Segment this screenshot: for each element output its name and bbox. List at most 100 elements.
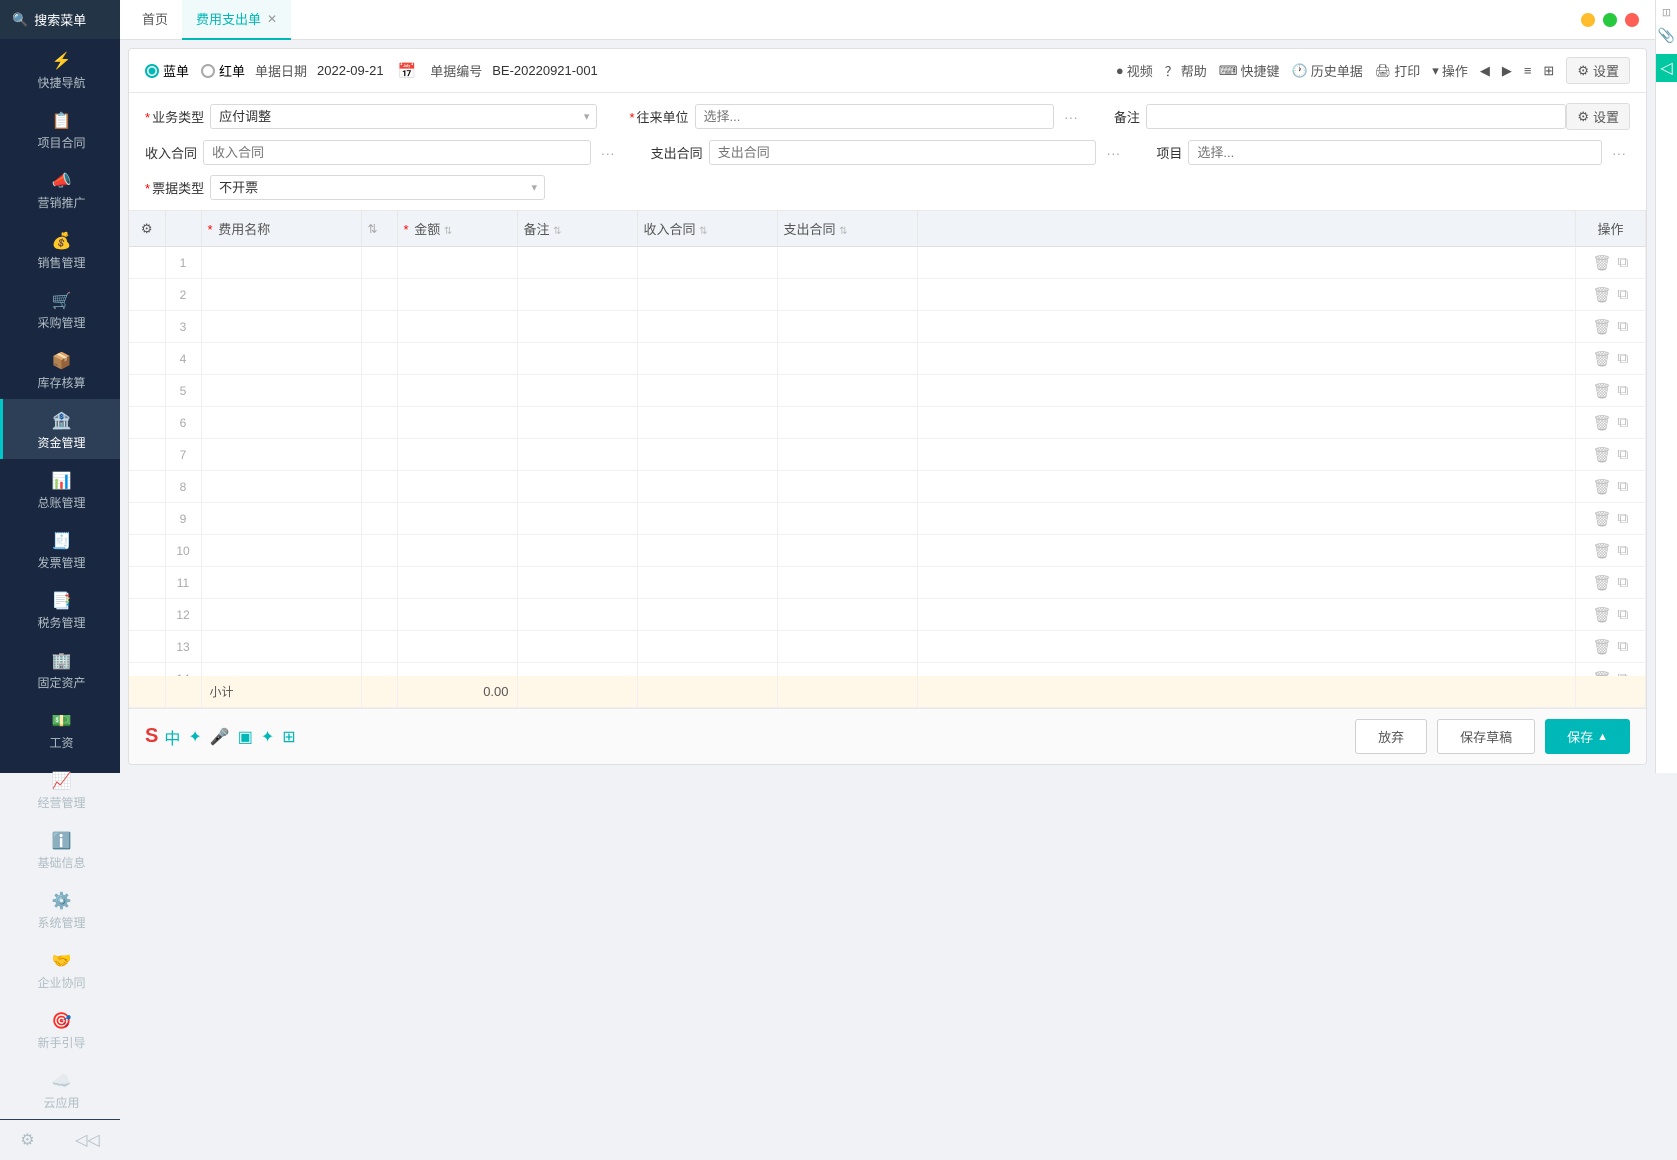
delete-btn-11[interactable]: 🗑 [1593, 574, 1612, 592]
cell-expense-out-6[interactable] [777, 407, 917, 439]
cell-income-14[interactable] [637, 663, 777, 676]
cell-amount-1[interactable] [397, 247, 517, 279]
cell-remark-1[interactable] [517, 247, 637, 279]
cell-expense-out-14[interactable] [777, 663, 917, 676]
delete-btn-3[interactable]: 🗑 [1593, 318, 1612, 336]
cell-expense-out-4[interactable] [777, 343, 917, 375]
cell-amount-5[interactable] [397, 375, 517, 407]
cell-remark-6[interactable] [517, 407, 637, 439]
cell-income-10[interactable] [637, 535, 777, 567]
right-settings-btn[interactable]: ⚙ 设置 [1566, 103, 1630, 130]
delete-btn-5[interactable]: 🗑 [1593, 382, 1612, 400]
cell-expense-out-12[interactable] [777, 599, 917, 631]
cell-remark-14[interactable] [517, 663, 637, 676]
sidebar-item-purchase[interactable]: 🛒 采购管理 [0, 279, 120, 339]
cell-expense-out-11[interactable] [777, 567, 917, 599]
cell-remark-3[interactable] [517, 311, 637, 343]
cell-expense-out-10[interactable] [777, 535, 917, 567]
cell-income-7[interactable] [637, 439, 777, 471]
expense-sort-icon[interactable]: ⇅ [839, 226, 847, 237]
sidebar-item-tax[interactable]: 📑 税务管理 [0, 579, 120, 639]
save-draft-button[interactable]: 保存草稿 [1437, 719, 1535, 754]
cell-expense-out-3[interactable] [777, 311, 917, 343]
help-btn[interactable]: ？ 帮助 [1165, 61, 1207, 80]
settings-btn[interactable]: ⚙ 设置 [1566, 57, 1630, 84]
delete-btn-2[interactable]: 🗑 [1593, 286, 1612, 304]
right-icon-2[interactable]: 📎 [1658, 27, 1675, 44]
cell-expense-out-1[interactable] [777, 247, 917, 279]
delete-btn-10[interactable]: 🗑 [1593, 542, 1612, 560]
income-contract-dots[interactable]: ··· [597, 145, 619, 161]
sidebar-item-cloud-apps[interactable]: ☁️ 云应用 [0, 1059, 120, 1119]
copy-btn-9[interactable]: ⧉ [1618, 510, 1629, 528]
blue-bill-radio[interactable]: 蓝单 [145, 61, 189, 80]
cell-remark-8[interactable] [517, 471, 637, 503]
cell-remark-7[interactable] [517, 439, 637, 471]
red-bill-radio[interactable]: 红单 [201, 61, 245, 80]
remark-sort-icon[interactable]: ⇅ [553, 226, 561, 237]
cell-amount-13[interactable] [397, 631, 517, 663]
delete-btn-13[interactable]: 🗑 [1593, 638, 1612, 656]
next-btn[interactable]: ▶ [1502, 63, 1512, 79]
sidebar-item-marketing[interactable]: 📣 营销推广 [0, 159, 120, 219]
sidebar-item-invoice[interactable]: 🧾 发票管理 [0, 519, 120, 579]
income-contract-input[interactable] [203, 140, 591, 165]
cell-expense-1[interactable] [201, 247, 361, 279]
cell-income-4[interactable] [637, 343, 777, 375]
discard-button[interactable]: 放弃 [1355, 719, 1427, 754]
copy-btn-11[interactable]: ⧉ [1618, 574, 1629, 592]
operation-btn[interactable]: ▾ 操作 [1432, 61, 1468, 80]
delete-btn-7[interactable]: 🗑 [1593, 446, 1612, 464]
cell-expense-out-5[interactable] [777, 375, 917, 407]
copy-btn-7[interactable]: ⧉ [1618, 446, 1629, 464]
tab-home[interactable]: 首页 [128, 0, 182, 40]
delete-btn-1[interactable]: 🗑 [1593, 254, 1612, 272]
cell-expense-12[interactable] [201, 599, 361, 631]
window-close[interactable] [1625, 13, 1639, 27]
window-minimize[interactable] [1581, 13, 1595, 27]
remark-input[interactable] [1146, 104, 1566, 129]
cell-expense-4[interactable] [201, 343, 361, 375]
sidebar-item-payroll[interactable]: 💵 工资 [0, 699, 120, 759]
cell-amount-14[interactable] [397, 663, 517, 676]
cell-expense-out-7[interactable] [777, 439, 917, 471]
window-maximize[interactable] [1603, 13, 1617, 27]
cell-income-5[interactable] [637, 375, 777, 407]
cell-income-1[interactable] [637, 247, 777, 279]
cell-expense-13[interactable] [201, 631, 361, 663]
delete-btn-9[interactable]: 🗑 [1593, 510, 1612, 528]
cell-expense-9[interactable] [201, 503, 361, 535]
cell-amount-9[interactable] [397, 503, 517, 535]
grid-view-btn[interactable]: ⊞ [1543, 63, 1554, 79]
cell-income-13[interactable] [637, 631, 777, 663]
expense-contract-dots[interactable]: ··· [1102, 145, 1124, 161]
project-dots[interactable]: ··· [1608, 145, 1630, 161]
settings-bottom-icon[interactable]: ⚙ [20, 1130, 34, 1150]
cell-expense-out-8[interactable] [777, 471, 917, 503]
calendar-icon[interactable]: 📅 [398, 62, 417, 80]
cell-remark-13[interactable] [517, 631, 637, 663]
tab-expense[interactable]: 费用支出单 ✕ [182, 0, 291, 40]
print-btn[interactable]: 🖨 打印 [1375, 61, 1421, 80]
delete-btn-4[interactable]: 🗑 [1593, 350, 1612, 368]
cell-expense-3[interactable] [201, 311, 361, 343]
cell-amount-6[interactable] [397, 407, 517, 439]
cell-amount-3[interactable] [397, 311, 517, 343]
expense-contract-input[interactable] [709, 140, 1097, 165]
cell-amount-10[interactable] [397, 535, 517, 567]
sidebar-item-sys-mgmt[interactable]: ⚙️ 系统管理 [0, 879, 120, 939]
copy-btn-12[interactable]: ⧉ [1618, 606, 1629, 624]
cell-expense-10[interactable] [201, 535, 361, 567]
volume-bottom-icon[interactable]: ◁◁ [75, 1130, 100, 1150]
col-settings[interactable]: ⚙ [129, 211, 165, 247]
cell-amount-2[interactable] [397, 279, 517, 311]
sidebar-item-accounting[interactable]: 📊 总账管理 [0, 459, 120, 519]
copy-btn-6[interactable]: ⧉ [1618, 414, 1629, 432]
amount-sort-icon[interactable]: ⇅ [444, 226, 452, 237]
copy-btn-4[interactable]: ⧉ [1618, 350, 1629, 368]
brand-icon-2[interactable]: ✦ [188, 727, 201, 747]
sidebar-item-fixed-assets[interactable]: 🏢 固定资产 [0, 639, 120, 699]
income-sort-icon[interactable]: ⇅ [699, 226, 707, 237]
invoice-type-select[interactable]: 不开票 [210, 175, 545, 200]
sidebar-item-quick-nav[interactable]: ⚡ 快捷导航 [0, 39, 120, 99]
